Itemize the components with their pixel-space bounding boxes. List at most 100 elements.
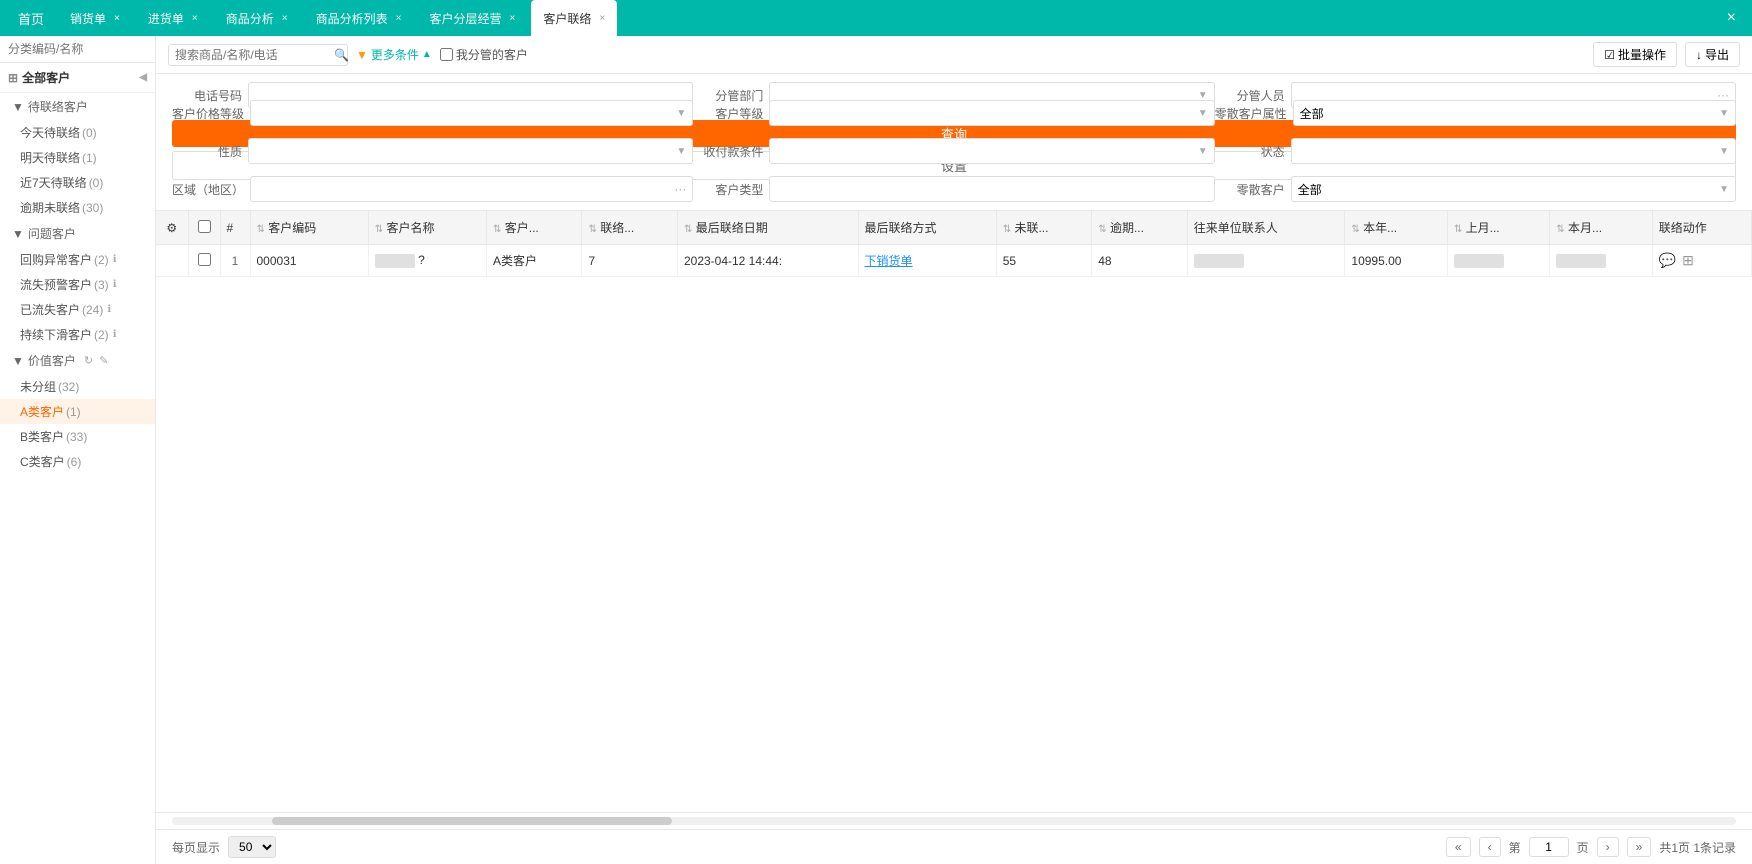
my-customers-checkbox[interactable]: 我分管的客户 xyxy=(440,46,528,63)
customer-table: ⚙ # ⇅ 客户编码 ⇅ 客户名称 xyxy=(156,211,1752,277)
close-tab-2[interactable]: × xyxy=(282,13,288,24)
filter-select-payment[interactable]: ▼ xyxy=(769,138,1214,164)
close-tab-1[interactable]: × xyxy=(192,13,198,24)
filter-select-nature[interactable]: ▼ xyxy=(248,138,693,164)
close-tab-5[interactable]: × xyxy=(599,13,605,24)
sidebar-item-today[interactable]: 今天待联络 (0) xyxy=(0,120,155,145)
filter-search-icon[interactable]: 🔍 xyxy=(334,48,349,62)
col-unit-contact[interactable]: 往来单位联系人 xyxy=(1187,211,1345,245)
sidebar-item-declining[interactable]: 持续下滑客户 (2) ℹ xyxy=(0,322,155,347)
col-contact[interactable]: ⇅ 联络... xyxy=(582,211,677,245)
row-checkbox-0[interactable] xyxy=(198,253,211,266)
col-last-month[interactable]: ⇅ 上月... xyxy=(1447,211,1549,245)
nav-tab-3[interactable]: 商品分析列表 × xyxy=(304,0,414,36)
filter-select-scatter-cust[interactable]: 全部 ▼ xyxy=(1291,176,1736,202)
close-tab-4[interactable]: × xyxy=(509,13,515,24)
filter-select-price-grade[interactable]: ▼ xyxy=(250,100,693,126)
filter-search-box: 🔍 xyxy=(168,44,348,66)
sidebar-group-pending[interactable]: ▼ 待联络客户 xyxy=(0,93,155,120)
prev-page-button[interactable]: ‹ xyxy=(1479,837,1501,857)
sidebar-item-overdue[interactable]: 逾期未联络 (30) xyxy=(0,195,155,220)
page-size-select[interactable]: 50 xyxy=(228,836,276,858)
nav-tab-4[interactable]: 客户分层经营 × xyxy=(417,0,527,36)
sort-icon-lastmonth: ⇅ xyxy=(1454,224,1462,235)
close-tab-0[interactable]: × xyxy=(114,13,120,24)
row-lastmonth-cell xyxy=(1447,245,1549,277)
first-page-button[interactable]: « xyxy=(1446,837,1471,857)
filter-select-region[interactable]: ··· xyxy=(250,176,693,202)
sidebar-group-problem[interactable]: ▼ 问题客户 xyxy=(0,220,155,247)
my-customers-check[interactable] xyxy=(440,48,453,61)
filter-label-region: 区域（地区） xyxy=(172,181,244,198)
grid-action-icon[interactable]: ⊞ xyxy=(1682,252,1694,269)
sidebar-item-ungrouped[interactable]: 未分组 (32) xyxy=(0,374,155,399)
nav-tab-0[interactable]: 销货单 × xyxy=(58,0,132,36)
select-all-checkbox[interactable] xyxy=(198,220,211,233)
col-settings[interactable]: ⚙ xyxy=(156,211,188,245)
col-this-year[interactable]: ⇅ 本年... xyxy=(1345,211,1448,245)
col-category[interactable]: ⇅ 客户... xyxy=(487,211,582,245)
filter-select-cust-grade[interactable]: ▼ xyxy=(769,100,1214,126)
filter-row-3: 性质 ▼ 收付款条件 ▼ 状态 xyxy=(172,138,1736,164)
sidebar-item-lost[interactable]: 已流失客户 (24) ℹ xyxy=(0,297,155,322)
table-body: 1 000031 ? A类客户 7 2023-04-12 14:44: 下销货单… xyxy=(156,245,1752,277)
row-thismonth-cell xyxy=(1550,245,1652,277)
info-icon-0: ℹ xyxy=(113,254,117,265)
sidebar: 🔍 ⊞ 全部客户 ◀ ▼ 待联络客户 今天待联络 (0) 明天待联络 (1) 近… xyxy=(0,36,156,864)
value-group-edit-icon[interactable]: ✎ xyxy=(99,354,108,367)
horizontal-scrollbar[interactable] xyxy=(156,812,1752,829)
sidebar-all-customers-header[interactable]: ⊞ 全部客户 ◀ xyxy=(0,63,155,93)
info-icon-1: ℹ xyxy=(113,279,117,290)
col-code[interactable]: ⇅ 客户编码 xyxy=(250,211,368,245)
page-number-input[interactable] xyxy=(1529,837,1569,857)
sidebar-item-loss-warning[interactable]: 流失预警客户 (3) ℹ xyxy=(0,272,155,297)
sort-icon-overdue: ⇅ xyxy=(1098,224,1106,235)
nav-tab-5[interactable]: 客户联络 × xyxy=(531,0,617,36)
filter-label-scatter-prop: 零散客户属性 xyxy=(1215,105,1287,122)
col-not-contacted[interactable]: ⇅ 未联... xyxy=(996,211,1091,245)
scatter-cust-arrow: ▼ xyxy=(1719,184,1729,195)
filter-label-cust-grade: 客户等级 xyxy=(693,105,763,122)
nav-tab-2[interactable]: 商品分析 × xyxy=(214,0,300,36)
settings-icon[interactable]: ⚙ xyxy=(166,221,177,235)
col-checkbox[interactable] xyxy=(188,211,220,245)
sidebar-item-class-b[interactable]: B类客户 (33) xyxy=(0,424,155,449)
filter-input-cust-type[interactable] xyxy=(769,176,1214,202)
export-button[interactable]: ↓ 导出 xyxy=(1685,42,1740,67)
close-tab-3[interactable]: × xyxy=(396,13,402,24)
filter-select-scatter-prop[interactable]: 全部 ▼ xyxy=(1293,100,1736,126)
sidebar-group-value[interactable]: ▼ 价值客户 ↻ ✎ xyxy=(0,347,155,374)
col-name[interactable]: ⇅ 客户名称 xyxy=(368,211,486,245)
chat-icon[interactable]: 💬 xyxy=(1659,252,1676,269)
region-dots-icon: ··· xyxy=(674,182,686,196)
value-group-refresh-icon[interactable]: ↻ xyxy=(84,354,93,367)
sidebar-search: 🔍 xyxy=(0,36,155,63)
sidebar-item-class-c[interactable]: C类客户 (6) xyxy=(0,449,155,474)
filter-more-btn[interactable]: ▼ 更多条件 ▲ xyxy=(356,46,432,63)
scrollbar-thumb[interactable] xyxy=(272,817,672,825)
next-page-button[interactable]: › xyxy=(1597,837,1619,857)
row-lastmethod-cell[interactable]: 下销货单 xyxy=(858,245,996,277)
sidebar-collapse-icon[interactable]: ◀ xyxy=(139,72,147,83)
filter-search-input[interactable] xyxy=(175,48,330,62)
nav-tab-1[interactable]: 进货单 × xyxy=(136,0,210,36)
sidebar-search-input[interactable] xyxy=(8,42,156,56)
col-overdue[interactable]: ⇅ 逾期... xyxy=(1092,211,1187,245)
sidebar-item-7days[interactable]: 近7天待联络 (0) xyxy=(0,170,155,195)
batch-op-button[interactable]: ☑ 批量操作 xyxy=(1593,42,1677,67)
col-last-date[interactable]: ⇅ 最后联络日期 xyxy=(677,211,858,245)
dept-arrow-icon: ▼ xyxy=(1198,90,1208,101)
sidebar-item-class-a[interactable]: A类客户 (1) xyxy=(0,399,155,424)
row-checkbox-cell[interactable] xyxy=(188,245,220,277)
sort-icon-cat: ⇅ xyxy=(493,224,501,235)
col-last-method[interactable]: 最后联络方式 xyxy=(858,211,996,245)
sidebar-item-tomorrow[interactable]: 明天待联络 (1) xyxy=(0,145,155,170)
window-close-button[interactable]: × xyxy=(1719,9,1744,27)
name-placeholder xyxy=(375,254,415,268)
last-page-button[interactable]: » xyxy=(1627,837,1652,857)
nav-home[interactable]: 首页 xyxy=(8,5,54,32)
col-this-month[interactable]: ⇅ 本月... xyxy=(1550,211,1652,245)
filter-select-status[interactable]: ▼ xyxy=(1291,138,1736,164)
info-icon-3: ℹ xyxy=(113,329,117,340)
sidebar-item-repurchase-anomaly[interactable]: 回购异常客户 (2) ℹ xyxy=(0,247,155,272)
